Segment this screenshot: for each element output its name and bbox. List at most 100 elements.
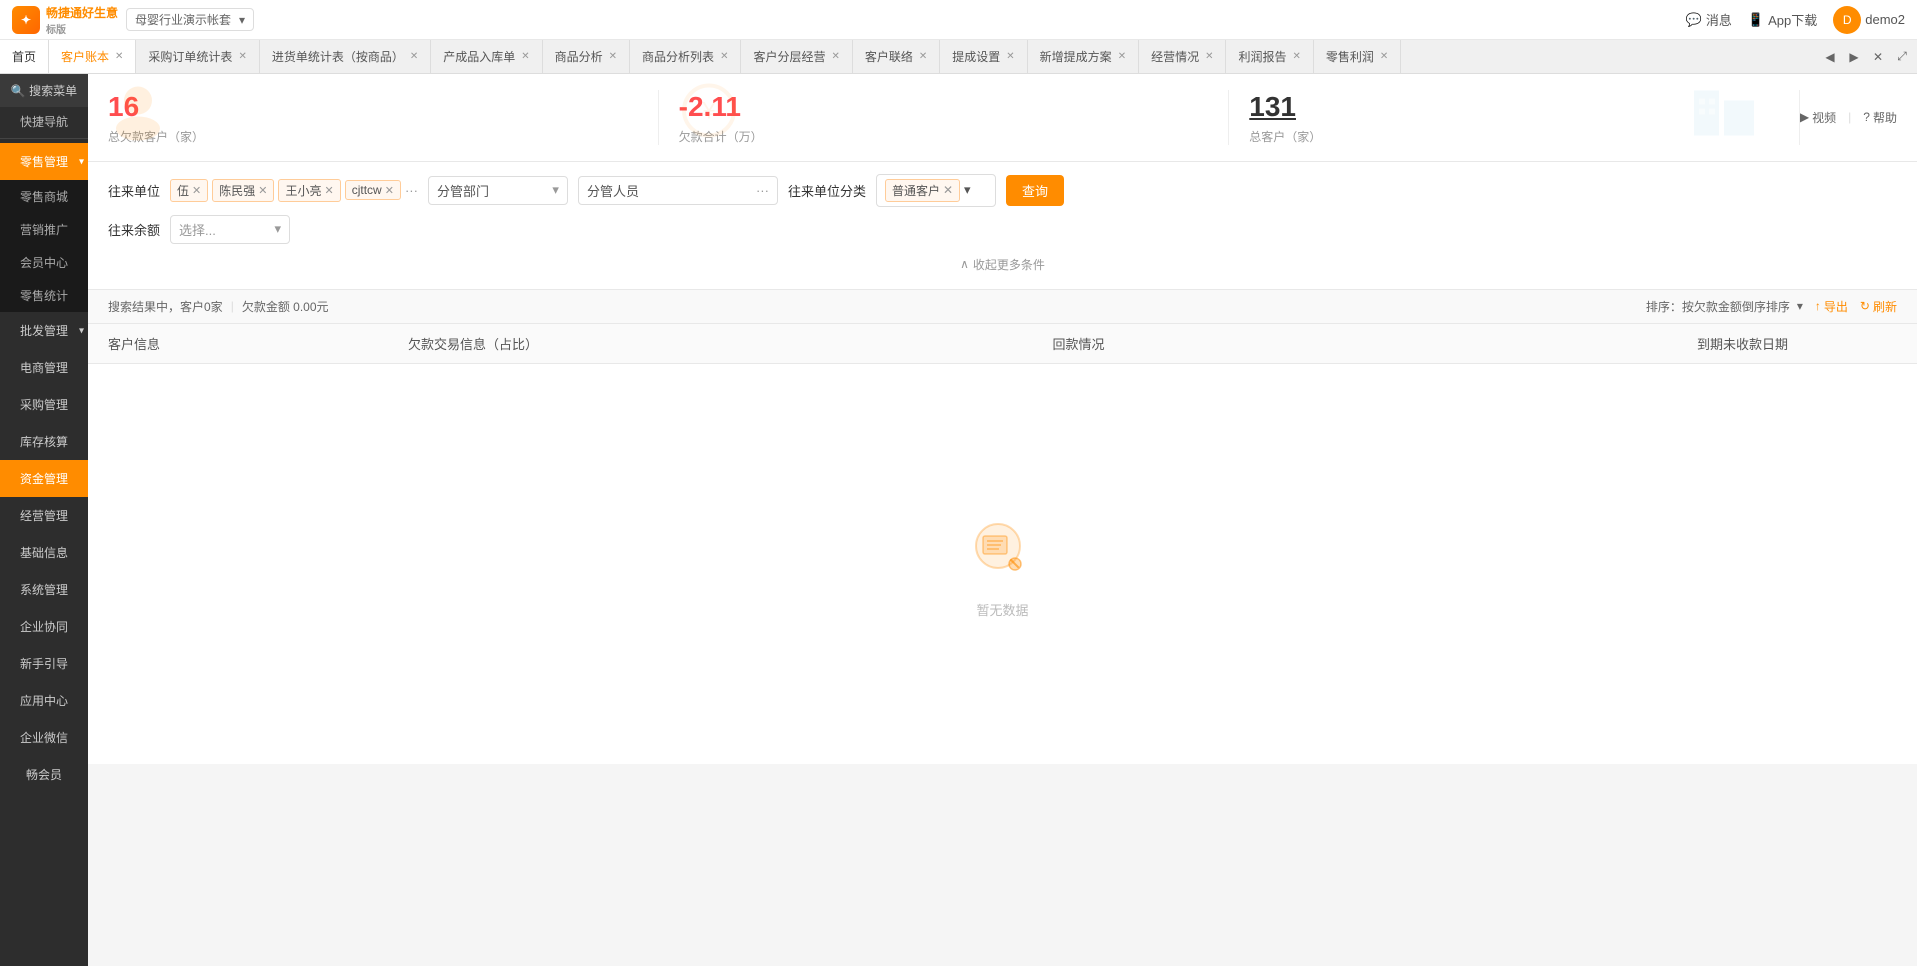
refresh-button[interactable]: ↻ 刷新 <box>1860 298 1897 315</box>
sidebar-item-basic-info[interactable]: 基础信息 <box>0 534 88 571</box>
sidebar-item-system[interactable]: 系统管理 <box>0 571 88 608</box>
tab-controls: ◀ ▶ ✕ ⤢ <box>1819 46 1917 68</box>
app-download-button[interactable]: 📱 App下载 <box>1748 10 1817 29</box>
help-link[interactable]: ? 帮助 <box>1863 109 1897 126</box>
category-select[interactable]: 普通客户 ✕ ▾ <box>876 174 996 207</box>
tab-product-analysis[interactable]: 商品分析 ✕ <box>543 40 630 74</box>
filter-tag-chen: 陈民强 ✕ <box>212 179 274 202</box>
sidebar-item-finance[interactable]: 资金管理 <box>0 460 88 497</box>
user-menu[interactable]: D demo2 <box>1833 6 1905 34</box>
header-right: 💬 消息 📱 App下载 D demo2 <box>1686 6 1905 34</box>
industry-select[interactable]: 母婴行业演示帐套 ▾ <box>126 8 254 31</box>
sidebar-item-member-center[interactable]: 会员中心 <box>0 246 88 279</box>
tab-close-icon[interactable]: ✕ <box>609 51 617 62</box>
sidebar-item-retail-stat[interactable]: 零售统计 <box>0 279 88 312</box>
chevron-down-icon: ▾ <box>274 221 281 237</box>
chevron-down-icon: ▾ <box>1797 299 1803 313</box>
tab-prev-button[interactable]: ◀ <box>1819 46 1841 68</box>
table-header: 客户信息 欠款交易信息（占比） 回款情况 到期未收款日期 <box>88 324 1917 364</box>
remaining-select[interactable]: 选择... ▾ <box>170 215 290 244</box>
tab-close-icon[interactable]: ✕ <box>720 51 728 62</box>
tab-close-icon[interactable]: ✕ <box>521 51 529 62</box>
message-icon: 💬 <box>1686 12 1702 28</box>
stat-label-total: 总客户（家） <box>1249 128 1321 145</box>
col-debt-info: 欠款交易信息（占比） <box>408 334 1053 353</box>
tab-close-icon[interactable]: ✕ <box>1118 51 1126 62</box>
tab-close-icon[interactable]: ✕ <box>919 51 927 62</box>
tab-add-commission[interactable]: 新增提成方案 ✕ <box>1028 40 1139 74</box>
tab-home[interactable]: 首页 <box>0 40 49 74</box>
filter-more-button[interactable]: ··· <box>405 183 418 198</box>
dept-select[interactable]: 分管部门 ▾ <box>428 176 568 205</box>
amount-icon: ¥ <box>679 81 739 141</box>
sort-area: 排序：按欠款金额倒序排序 ▾ ↑ 导出 ↻ 刷新 <box>1646 298 1897 315</box>
sidebar-item-ecommerce[interactable]: 电商管理 <box>0 349 88 386</box>
tab-customer-contact[interactable]: 客户联络 ✕ <box>853 40 940 74</box>
empty-text: 暂无数据 <box>976 600 1028 619</box>
tab-next-button[interactable]: ▶ <box>1843 46 1865 68</box>
tab-product-list[interactable]: 商品分析列表 ✕ <box>630 40 741 74</box>
tag-close-category[interactable]: ✕ <box>943 183 953 197</box>
tab-purchase-order[interactable]: 采购订单统计表 ✕ <box>136 40 259 74</box>
sidebar-item-wholesale[interactable]: 批发管理 <box>0 312 88 349</box>
tab-expand-button[interactable]: ⤢ <box>1891 46 1913 68</box>
header-left: ✦ 畅捷通好生意 标版 母婴行业演示帐套 ▾ <box>12 4 254 36</box>
stat-total-customers: 131 总客户（家） <box>1229 90 1800 145</box>
tab-purchase-stat[interactable]: 进货单统计表（按商品） ✕ <box>260 40 431 74</box>
sidebar-item-operations[interactable]: 经营管理 <box>0 497 88 534</box>
sidebar-quick-nav[interactable]: 快捷导航 <box>0 107 88 139</box>
person-select[interactable]: 分管人员 ··· <box>578 176 778 205</box>
sidebar-search[interactable]: 🔍 搜索菜单 <box>0 74 88 107</box>
sidebar-item-inventory[interactable]: 库存核算 <box>0 423 88 460</box>
tab-profit-report[interactable]: 利润报告 ✕ <box>1226 40 1313 74</box>
sidebar-item-enterprise[interactable]: 企业协同 <box>0 608 88 645</box>
filter-row-1: 往来单位 伍 ✕ 陈民强 ✕ 王小亮 ✕ cjttcw <box>108 174 1897 207</box>
tab-close-icon[interactable]: ✕ <box>1380 51 1388 62</box>
logo-area: ✦ 畅捷通好生意 标版 <box>12 4 118 36</box>
tab-close-icon[interactable]: ✕ <box>238 51 246 62</box>
tab-customer-layer[interactable]: 客户分层经营 ✕ <box>741 40 852 74</box>
tab-commission-setting[interactable]: 提成设置 ✕ <box>940 40 1027 74</box>
stat-value-total: 131 <box>1249 90 1296 124</box>
empty-icon <box>963 508 1043 588</box>
export-button[interactable]: ↑ 导出 <box>1815 298 1848 315</box>
help-icon: ? <box>1863 110 1870 124</box>
tab-operation[interactable]: 经营情况 ✕ <box>1139 40 1226 74</box>
filter-tag-wang: 王小亮 ✕ <box>278 179 340 202</box>
tag-close-cjttcw[interactable]: ✕ <box>385 184 394 197</box>
selected-category-tag: 普通客户 ✕ <box>885 179 960 202</box>
sidebar-item-retail[interactable]: 零售管理 <box>0 143 88 180</box>
tab-close-icon[interactable]: ✕ <box>831 51 839 62</box>
tab-retail-profit[interactable]: 零售利润 ✕ <box>1314 40 1401 74</box>
data-table: 客户信息 欠款交易信息（占比） 回款情况 到期未收款日期 <box>88 324 1917 764</box>
tab-close-icon[interactable]: ✕ <box>1006 51 1014 62</box>
tab-product-inbound[interactable]: 产成品入库单 ✕ <box>431 40 542 74</box>
tag-close-wu[interactable]: ✕ <box>192 184 201 197</box>
sidebar-item-purchase[interactable]: 采购管理 <box>0 386 88 423</box>
sidebar-item-guide[interactable]: 新手引导 <box>0 645 88 682</box>
tab-close-icon[interactable]: ✕ <box>1293 51 1301 62</box>
sidebar-item-app-center[interactable]: 应用中心 <box>0 682 88 719</box>
tag-close-wang[interactable]: ✕ <box>325 184 334 197</box>
message-button[interactable]: 💬 消息 <box>1686 10 1732 29</box>
sidebar-item-marketing[interactable]: 营销推广 <box>0 213 88 246</box>
video-link[interactable]: ▶ 视频 <box>1800 109 1836 126</box>
tab-close-icon[interactable]: ✕ <box>1205 51 1213 62</box>
sidebar-item-member[interactable]: 畅会员 <box>0 756 88 793</box>
query-button[interactable]: 查询 <box>1006 175 1064 206</box>
export-icon: ↑ <box>1815 299 1821 313</box>
tab-close-icon[interactable]: ✕ <box>410 51 418 62</box>
stats-row: 16 总欠款客户（家） ¥ -2.11 欠款合计（万） <box>88 74 1917 162</box>
tab-close-icon[interactable]: ✕ <box>115 51 123 62</box>
tab-customer-ledger[interactable]: 客户账本 ✕ <box>49 40 136 74</box>
empty-illustration <box>963 508 1043 588</box>
tab-close-all-button[interactable]: ✕ <box>1867 46 1889 68</box>
tag-close-chen[interactable]: ✕ <box>258 184 267 197</box>
sidebar-sub-retail: 零售商城 营销推广 会员中心 零售统计 <box>0 180 88 312</box>
sort-select[interactable]: 排序：按欠款金额倒序排序 ▾ <box>1646 298 1803 315</box>
collapse-button[interactable]: ∧ 收起更多条件 <box>956 252 1049 277</box>
sidebar-item-retail-mall[interactable]: 零售商城 <box>0 180 88 213</box>
sidebar-item-wechat[interactable]: 企业微信 <box>0 719 88 756</box>
filter-tag-cjttcw: cjttcw ✕ <box>345 180 401 200</box>
filter-tags: 伍 ✕ 陈民强 ✕ 王小亮 ✕ cjttcw ✕ ··· <box>170 179 418 202</box>
